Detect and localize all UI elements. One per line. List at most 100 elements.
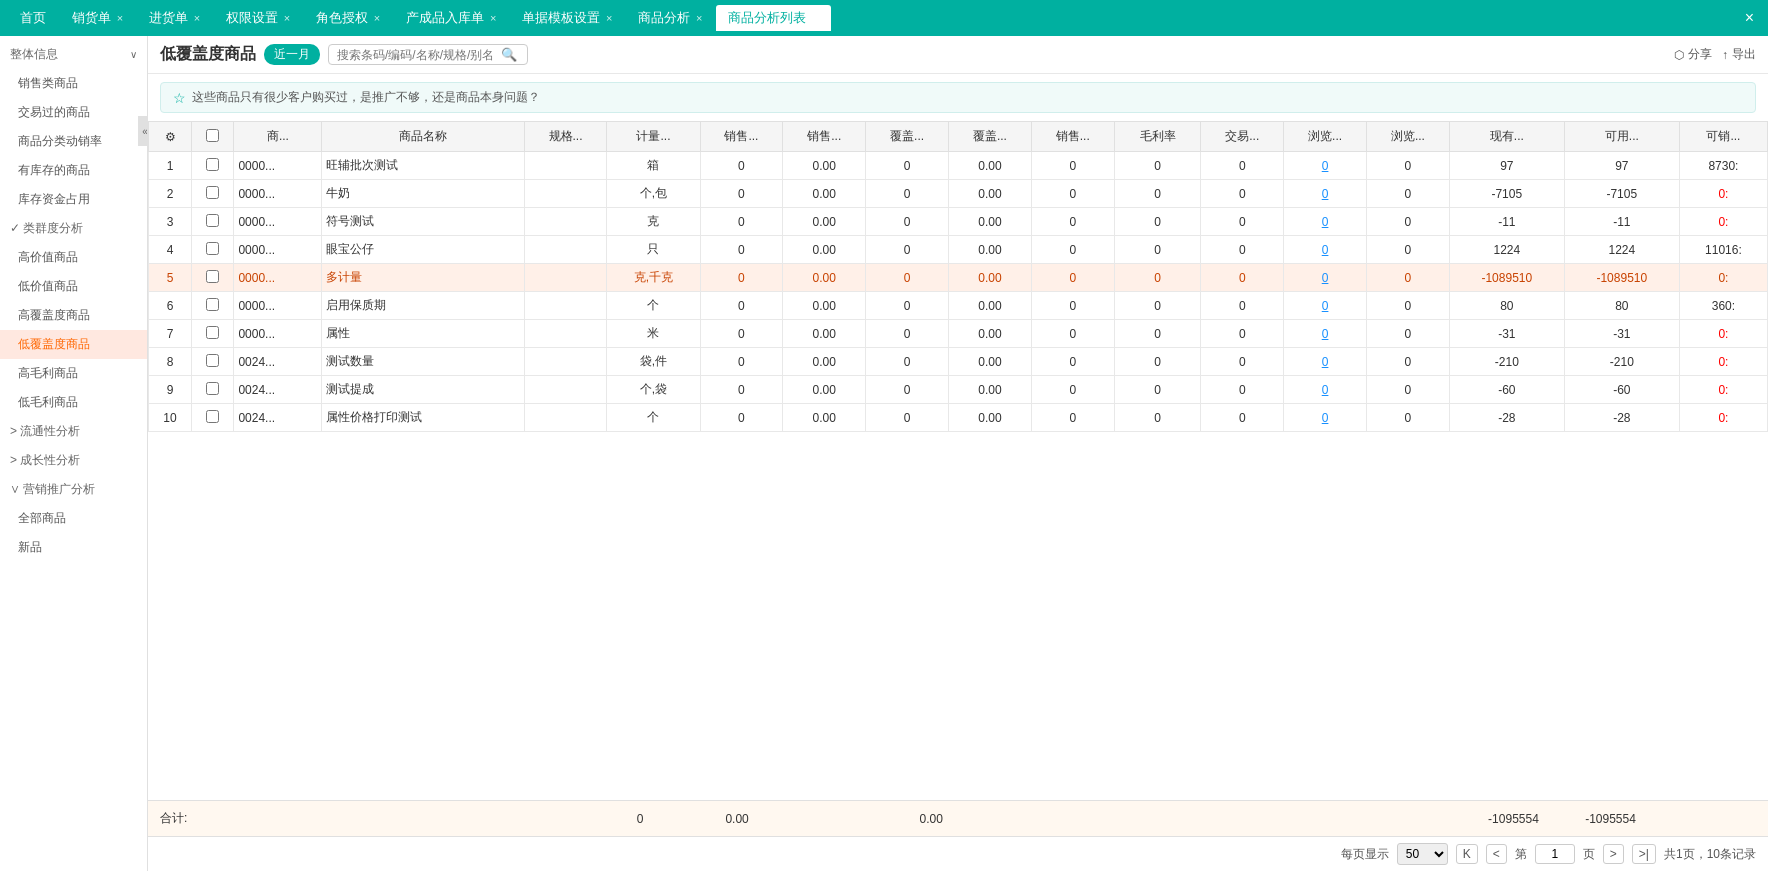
settings-icon[interactable]: ⚙ [165, 130, 176, 144]
cell-checkbox[interactable] [192, 320, 234, 348]
cell-sales-count: 0 [700, 404, 783, 432]
sidebar-item-stocked-goods[interactable]: 有库存的商品 [0, 156, 147, 185]
nav-purchase-close[interactable]: × [194, 12, 200, 24]
nav-sales-close[interactable]: × [117, 12, 123, 24]
sidebar-item-stock-capital[interactable]: 库存资金占用 [0, 185, 147, 214]
col-unit: 计量... [607, 122, 700, 152]
total-stock1: -1095554 [1465, 812, 1562, 826]
cell-sellable: 0: [1679, 404, 1767, 432]
sidebar-section-growth[interactable]: > 成长性分析 [0, 446, 147, 475]
cell-checkbox[interactable] [192, 236, 234, 264]
export-button[interactable]: ↑ 导出 [1722, 46, 1756, 63]
sidebar-section-cluster[interactable]: ✓ 类群度分析 [0, 214, 147, 243]
last-page-button[interactable]: >| [1632, 844, 1656, 864]
nav-roles[interactable]: 角色授权 × [304, 5, 392, 31]
browse-link[interactable]: 0 [1322, 159, 1329, 173]
sidebar-collapse-button[interactable]: « [138, 116, 148, 146]
cell-spec [524, 208, 607, 236]
window-close-button[interactable]: × [1739, 7, 1760, 29]
time-filter-badge[interactable]: 近一月 [264, 44, 320, 65]
nav-analysis-list[interactable]: 商品分析列表 × [716, 5, 830, 31]
sidebar-item-all-goods[interactable]: 全部商品 [0, 504, 147, 533]
content-area: 低覆盖度商品 近一月 🔍 ⬡ 分享 ↑ 导出 ☆ 这些商品只有很少客户购买 [148, 36, 1768, 871]
cell-name: 启用保质期 [322, 292, 524, 320]
col-checkbox[interactable] [192, 122, 234, 152]
search-input[interactable] [337, 48, 497, 62]
nav-roles-close[interactable]: × [374, 12, 380, 24]
prev-page-button[interactable]: < [1486, 844, 1507, 864]
per-page-select[interactable]: 50 20 100 200 [1397, 843, 1448, 865]
nav-purchase[interactable]: 进货单 × [137, 5, 212, 31]
first-page-button[interactable]: K [1456, 844, 1478, 864]
col-settings[interactable]: ⚙ [149, 122, 192, 152]
row-checkbox[interactable] [206, 326, 219, 339]
cell-unit: 克,千克 [607, 264, 700, 292]
row-checkbox[interactable] [206, 158, 219, 171]
row-checkbox[interactable] [206, 298, 219, 311]
nav-analysis-close[interactable]: × [696, 12, 702, 24]
row-checkbox[interactable] [206, 382, 219, 395]
sidebar-item-new-goods[interactable]: 新品 [0, 533, 147, 562]
browse-link[interactable]: 0 [1322, 355, 1329, 369]
select-all-checkbox[interactable] [206, 129, 219, 142]
row-checkbox[interactable] [206, 214, 219, 227]
row-checkbox[interactable] [206, 242, 219, 255]
nav-home[interactable]: 首页 [8, 5, 58, 31]
table-wrapper[interactable]: ⚙ 商... 商品名称 规格... 计量... 销售... 销售... 覆盖..… [148, 121, 1768, 800]
nav-products-close[interactable]: × [490, 12, 496, 24]
cell-checkbox[interactable] [192, 376, 234, 404]
cell-usable: -1089510 [1564, 264, 1679, 292]
share-button[interactable]: ⬡ 分享 [1674, 46, 1712, 63]
total-pages-label: 共1页，10条记录 [1664, 846, 1756, 863]
browse-link[interactable]: 0 [1322, 271, 1329, 285]
browse-link[interactable]: 0 [1322, 411, 1329, 425]
row-checkbox[interactable] [206, 270, 219, 283]
row-checkbox[interactable] [206, 410, 219, 423]
cell-browse1: 0 [1284, 320, 1367, 348]
sidebar-item-high-coverage[interactable]: 高覆盖度商品 [0, 301, 147, 330]
cell-checkbox[interactable] [192, 292, 234, 320]
col-browse2: 浏览... [1366, 122, 1449, 152]
sidebar-item-low-coverage[interactable]: 低覆盖度商品 [0, 330, 147, 359]
cell-checkbox[interactable] [192, 208, 234, 236]
browse-link[interactable]: 0 [1322, 299, 1329, 313]
nav-sales[interactable]: 销货单 × [60, 5, 135, 31]
cell-checkbox[interactable] [192, 180, 234, 208]
sidebar-item-low-value[interactable]: 低价值商品 [0, 272, 147, 301]
browse-link[interactable]: 0 [1322, 383, 1329, 397]
cell-no: 9 [149, 376, 192, 404]
sidebar-item-sales-goods[interactable]: 销售类商品 [0, 69, 147, 98]
nav-analysis-list-close[interactable]: × [812, 12, 818, 24]
nav-products[interactable]: 产成品入库单 × [394, 5, 508, 31]
cell-checkbox[interactable] [192, 264, 234, 292]
cell-sellable: 0: [1679, 264, 1767, 292]
browse-link[interactable]: 0 [1322, 215, 1329, 229]
nav-templates-close[interactable]: × [606, 12, 612, 24]
page-input[interactable] [1535, 844, 1575, 864]
next-page-button[interactable]: > [1603, 844, 1624, 864]
row-checkbox[interactable] [206, 354, 219, 367]
sidebar-section-overall[interactable]: 整体信息 ∨ [0, 40, 147, 69]
nav-permissions[interactable]: 权限设置 × [214, 5, 302, 31]
search-icon[interactable]: 🔍 [501, 47, 517, 62]
sidebar-item-category-rate[interactable]: 商品分类动销率 [0, 127, 147, 156]
sidebar-item-low-margin[interactable]: 低毛利商品 [0, 388, 147, 417]
nav-templates[interactable]: 单据模板设置 × [510, 5, 624, 31]
cell-checkbox[interactable] [192, 348, 234, 376]
sidebar-item-traded-goods[interactable]: 交易过的商品 [0, 98, 147, 127]
nav-analysis[interactable]: 商品分析 × [626, 5, 714, 31]
sidebar-section-flow-label: > 流通性分析 [10, 423, 80, 440]
cell-cover1: 0 [866, 152, 949, 180]
row-checkbox[interactable] [206, 186, 219, 199]
cell-checkbox[interactable] [192, 152, 234, 180]
sidebar-item-high-value[interactable]: 高价值商品 [0, 243, 147, 272]
sidebar-section-growth-label: > 成长性分析 [10, 452, 80, 469]
cell-checkbox[interactable] [192, 404, 234, 432]
sidebar-item-high-margin[interactable]: 高毛利商品 [0, 359, 147, 388]
sidebar-section-flow[interactable]: > 流通性分析 [0, 417, 147, 446]
browse-link[interactable]: 0 [1322, 243, 1329, 257]
browse-link[interactable]: 0 [1322, 187, 1329, 201]
nav-permissions-close[interactable]: × [284, 12, 290, 24]
sidebar-section-marketing[interactable]: ∨ 营销推广分析 [0, 475, 147, 504]
browse-link[interactable]: 0 [1322, 327, 1329, 341]
